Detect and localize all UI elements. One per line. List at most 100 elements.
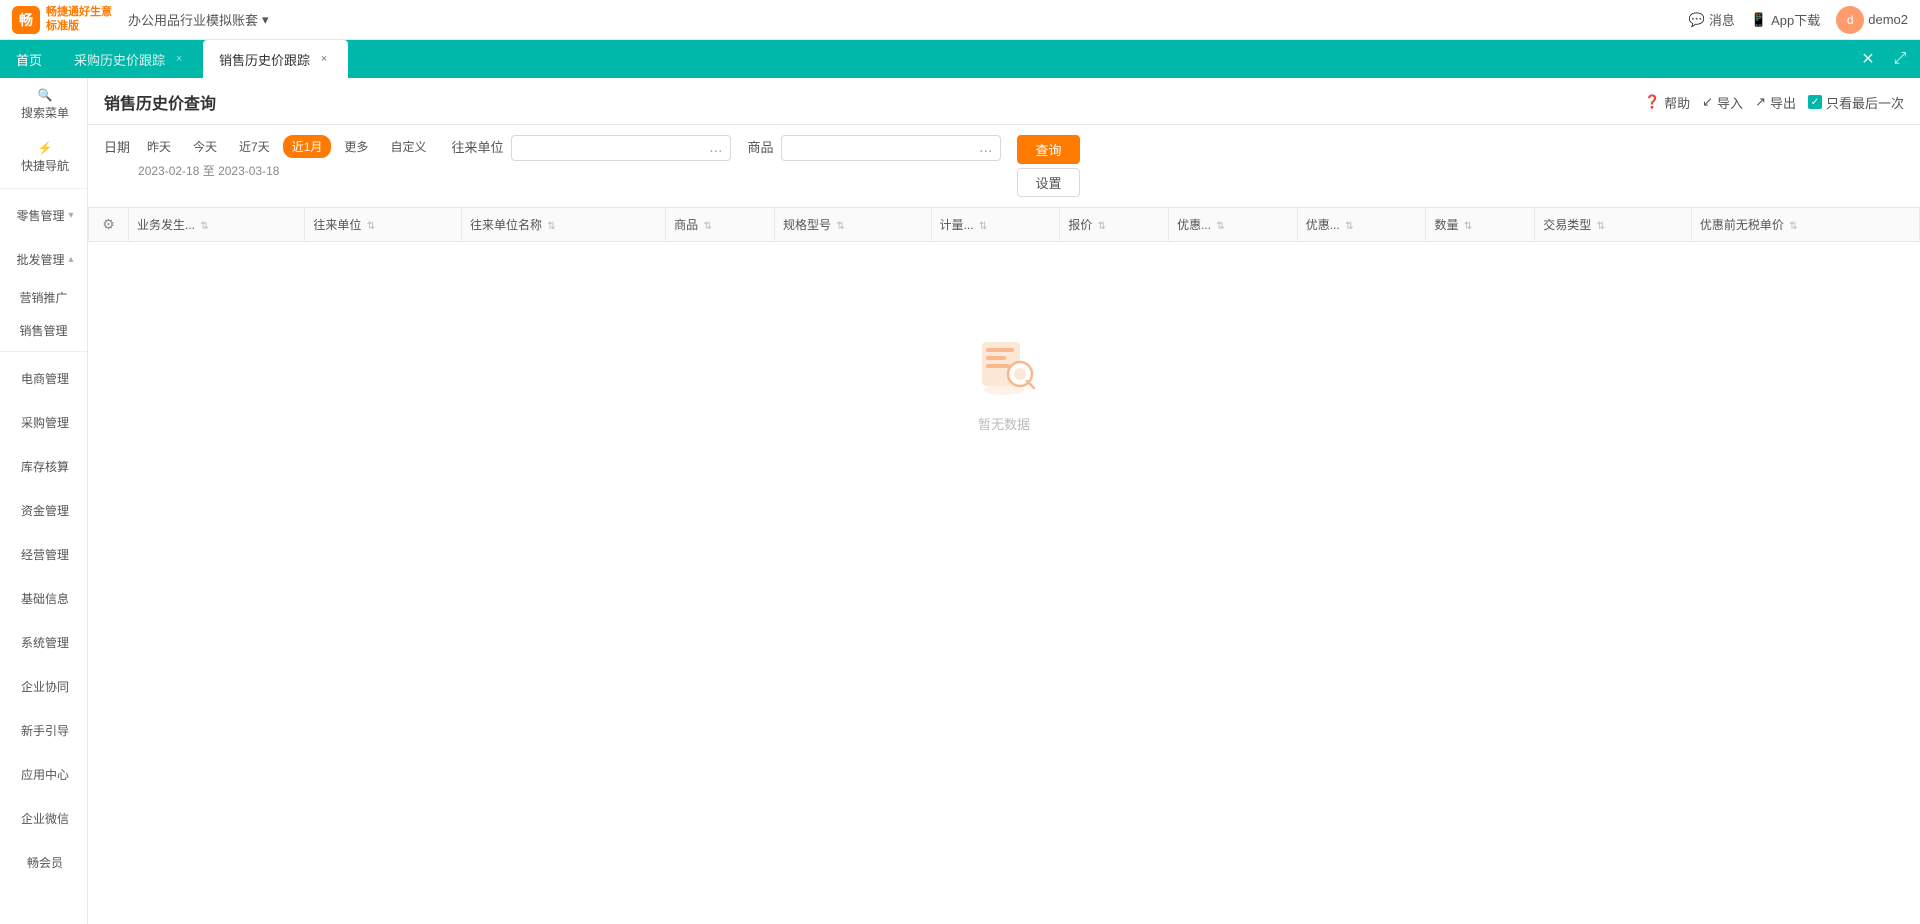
checkbox-checked-icon: ✓	[1808, 95, 1822, 109]
product-input-wrapper[interactable]: ...	[781, 135, 1001, 161]
sort-icon: ⇅	[1597, 221, 1605, 232]
col-pretax-price[interactable]: 优惠前无税单价 ⇅	[1691, 208, 1919, 242]
sidebar-item-enterprise-cooperation[interactable]: 企业协同	[0, 664, 87, 708]
date-btn-today[interactable]: 今天	[184, 135, 226, 158]
help-action[interactable]: ❓ 帮助	[1644, 93, 1690, 112]
export-action[interactable]: ↗ 导出	[1755, 93, 1796, 112]
sidebar-item-inventory-check[interactable]: 库存核算	[0, 444, 87, 488]
sidebar-item-newbie-guide[interactable]: 新手引导	[0, 708, 87, 752]
col-partner-name[interactable]: 往来单位名称 ⇅	[461, 208, 665, 242]
tab-bar-actions: ✕ ⤢	[1856, 47, 1920, 71]
top-bar-left: 畅 畅捷通好生意 标准版 办公用品行业模拟账套 ▾	[12, 6, 277, 34]
tab-purchase-history-close[interactable]: ×	[171, 51, 187, 67]
tab-close-all-btn[interactable]: ✕	[1856, 47, 1880, 71]
product-input[interactable]	[790, 141, 979, 156]
sidebar: 🔍 搜索菜单 ⚡ 快捷导航 零售管理 ▾ 批发管理 ▴ 营销推广 销售管理 电商…	[0, 78, 88, 924]
sidebar-divider-1	[0, 188, 87, 189]
sort-icon: ⇅	[836, 221, 844, 232]
col-partner-code[interactable]: 往来单位 ⇅	[305, 208, 462, 242]
page-title: 销售历史价查询	[104, 90, 216, 114]
sidebar-item-search-menu[interactable]: 🔍 搜索菜单	[0, 78, 87, 131]
export-icon: ↗	[1755, 94, 1766, 110]
tab-purchase-history[interactable]: 采购历史价跟踪 ×	[58, 40, 203, 78]
download-icon: 📱	[1751, 12, 1767, 28]
sidebar-item-system-mgmt[interactable]: 系统管理	[0, 620, 87, 664]
import-action[interactable]: ↙ 导入	[1702, 93, 1743, 112]
sort-icon: ⇅	[547, 221, 555, 232]
sidebar-item-wholesale-mgmt[interactable]: 批发管理 ▴	[0, 237, 87, 281]
date-btn-7days[interactable]: 近7天	[230, 135, 279, 158]
filter-btn-col: 查询 设置	[1017, 135, 1079, 197]
sort-icon: ⇅	[1789, 221, 1797, 232]
sort-icon: ⇅	[1345, 221, 1353, 232]
sidebar-item-member[interactable]: 畅会员	[0, 840, 87, 884]
col-discount1[interactable]: 优惠... ⇅	[1169, 208, 1298, 242]
logo-icon: 畅	[12, 6, 40, 34]
col-qty[interactable]: 数量 ⇅	[1426, 208, 1535, 242]
sidebar-divider-2	[0, 351, 87, 352]
col-price[interactable]: 报价 ⇅	[1060, 208, 1169, 242]
sidebar-item-marketing[interactable]: 营销推广	[0, 281, 87, 314]
main-layout: 🔍 搜索菜单 ⚡ 快捷导航 零售管理 ▾ 批发管理 ▴ 营销推广 销售管理 电商…	[0, 78, 1920, 924]
date-btn-yesterday[interactable]: 昨天	[138, 135, 180, 158]
import-icon: ↙	[1702, 94, 1713, 110]
col-unit[interactable]: 计量... ⇅	[931, 208, 1060, 242]
help-icon: ❓	[1644, 94, 1660, 110]
sort-icon: ⇅	[200, 221, 208, 232]
col-discount2[interactable]: 优惠... ⇅	[1297, 208, 1426, 242]
tab-bar: 首页 采购历史价跟踪 × 销售历史价跟踪 × ✕ ⤢	[0, 40, 1920, 78]
partner-dots-icon[interactable]: ...	[709, 139, 722, 157]
data-table: ⚙ 业务发生... ⇅ 往来单位 ⇅ 往来单位名称 ⇅	[88, 207, 1920, 242]
date-filter: 昨天 今天 近7天 近1月 更多 自定义 2023-02-18 至 2023-0…	[138, 135, 435, 179]
sidebar-item-operations-mgmt[interactable]: 经营管理	[0, 532, 87, 576]
top-bar-right: 💬 消息 📱 App下载 d demo2	[1689, 6, 1908, 34]
page-title-row: 销售历史价查询 ❓ 帮助 ↙ 导入 ↗ 导出 ✓	[104, 90, 1904, 114]
date-btn-custom[interactable]: 自定义	[381, 135, 435, 158]
tab-sales-history[interactable]: 销售历史价跟踪 ×	[203, 40, 348, 78]
filter-row: 日期 昨天 今天 近7天 近1月 更多 自定义 2023-02-18 至 202…	[88, 125, 1920, 207]
product-filter-label: 商品	[747, 135, 773, 156]
date-btn-more[interactable]: 更多	[335, 135, 377, 158]
partner-input[interactable]	[520, 141, 709, 156]
sidebar-item-app-center[interactable]: 应用中心	[0, 752, 87, 796]
sort-icon: ⇅	[704, 221, 712, 232]
col-biz-date[interactable]: 业务发生... ⇅	[129, 208, 305, 242]
quick-nav-icon: ⚡	[38, 141, 53, 155]
page-header: 销售历史价查询 ❓ 帮助 ↙ 导入 ↗ 导出 ✓	[88, 78, 1920, 125]
sidebar-item-finance-mgmt[interactable]: 资金管理	[0, 488, 87, 532]
gear-icon[interactable]: ⚙	[102, 216, 115, 232]
settings-button[interactable]: 设置	[1017, 168, 1079, 197]
sidebar-item-ecommerce-mgmt[interactable]: 电商管理	[0, 356, 87, 400]
message-item[interactable]: 💬 消息	[1689, 10, 1735, 29]
sidebar-item-retail-mgmt[interactable]: 零售管理 ▾	[0, 193, 87, 237]
date-options: 昨天 今天 近7天 近1月 更多 自定义	[138, 135, 435, 158]
partner-input-wrapper[interactable]: ...	[511, 135, 731, 161]
empty-state: 暂无数据	[88, 242, 1920, 513]
tab-home[interactable]: 首页	[0, 40, 58, 78]
only-last-checkbox-label[interactable]: ✓ 只看最后一次	[1808, 93, 1904, 112]
app-selector[interactable]: 办公用品行业模拟账套 ▾	[120, 6, 277, 33]
col-trade-type[interactable]: 交易类型 ⇅	[1535, 208, 1692, 242]
table-head: ⚙ 业务发生... ⇅ 往来单位 ⇅ 往来单位名称 ⇅	[89, 208, 1920, 242]
product-dots-icon[interactable]: ...	[979, 139, 992, 157]
query-button[interactable]: 查询	[1017, 135, 1079, 164]
tab-sales-history-close[interactable]: ×	[316, 51, 332, 67]
user-item[interactable]: d demo2	[1836, 6, 1908, 34]
sidebar-item-purchase-mgmt[interactable]: 采购管理	[0, 400, 87, 444]
content-area: 销售历史价查询 ❓ 帮助 ↙ 导入 ↗ 导出 ✓	[88, 78, 1920, 924]
sidebar-item-enterprise-wechat[interactable]: 企业微信	[0, 796, 87, 840]
table-header-row: ⚙ 业务发生... ⇅ 往来单位 ⇅ 往来单位名称 ⇅	[89, 208, 1920, 242]
date-range-text: 2023-02-18 至 2023-03-18	[138, 162, 435, 179]
app-download-item[interactable]: 📱 App下载	[1751, 10, 1820, 29]
chevron-down-icon: ▾	[68, 210, 73, 221]
col-spec[interactable]: 规格型号 ⇅	[775, 208, 932, 242]
tab-maximize-btn[interactable]: ⤢	[1888, 47, 1912, 71]
date-btn-1month[interactable]: 近1月	[283, 135, 332, 158]
sidebar-item-sales-mgmt[interactable]: 销售管理	[0, 314, 87, 347]
col-gear: ⚙	[89, 208, 129, 242]
sidebar-item-quick-nav[interactable]: ⚡ 快捷导航	[0, 131, 87, 184]
sidebar-item-basic-info[interactable]: 基础信息	[0, 576, 87, 620]
sort-icon: ⇅	[979, 221, 987, 232]
sort-icon: ⇅	[1216, 221, 1224, 232]
col-product[interactable]: 商品 ⇅	[666, 208, 775, 242]
